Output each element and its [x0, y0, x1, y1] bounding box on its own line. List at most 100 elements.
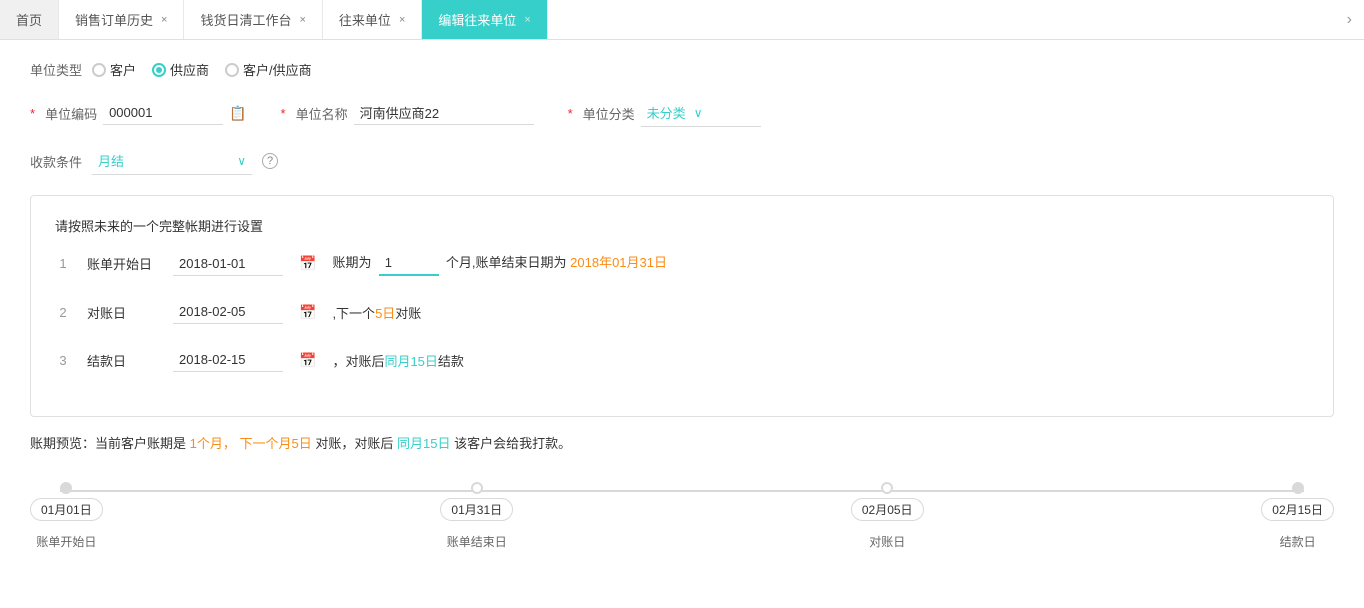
period-highlight-day-3: 同月15日: [384, 354, 437, 369]
unit-code-input[interactable]: [103, 101, 223, 125]
period-settings-box: 请按照未来的一个完整帐期进行设置 1 账单开始日 📅 账期为 个月,账单结束日期…: [30, 195, 1334, 417]
period-suffix-3: 结款: [438, 354, 464, 369]
chevron-down-icon: ∨: [694, 106, 703, 120]
preview-part4: 同月15日: [397, 436, 450, 451]
period-row-1: 1 账单开始日 📅 账期为 个月,账单结束日期为 2018年01月31日: [55, 251, 1309, 276]
tab-partner-unit[interactable]: 往来单位 ×: [323, 0, 422, 39]
preview-part1: 1个月，: [190, 436, 236, 451]
tab-edit-label: 编辑往来单位: [438, 10, 516, 29]
unit-category-star: *: [568, 106, 573, 121]
tab-cash-label: 钱货日清工作台: [200, 10, 291, 29]
period-highlight-date-1: 2018年01月31日: [570, 255, 667, 270]
radio-supplier-label: 供应商: [170, 60, 209, 79]
tab-cash-close-icon[interactable]: ×: [299, 14, 305, 26]
timeline-dot-2: [471, 482, 483, 494]
period-calendar-icon-2[interactable]: 📅: [299, 304, 316, 321]
unit-category-select[interactable]: 未分类 ∨: [641, 99, 761, 127]
timeline-point-1: 01月01日 账单开始日: [30, 482, 103, 550]
period-num-2: 2: [55, 305, 71, 320]
unit-code-group: * 单位编码 📋: [30, 101, 247, 125]
calendar-icon[interactable]: 📋: [229, 105, 246, 122]
unit-category-group: * 单位分类 未分类 ∨: [568, 99, 761, 127]
timeline: 01月01日 账单开始日 01月31日 账单结束日 02月05日 对账日 02月…: [30, 472, 1334, 560]
timeline-label-3: 02月05日: [851, 498, 924, 521]
period-num-1: 1: [55, 256, 71, 271]
preview-label: 账期预览：当前客户账期是: [30, 436, 186, 451]
period-desc-2: ,下一个5日对账: [332, 303, 421, 322]
tab-edit-close-icon[interactable]: ×: [524, 14, 530, 26]
period-calendar-icon-3[interactable]: 📅: [299, 352, 316, 369]
tab-sales-close-icon[interactable]: ×: [161, 14, 167, 26]
timeline-sub-4: 结款日: [1280, 533, 1316, 550]
tab-edit-partner[interactable]: 编辑往来单位 ×: [422, 0, 547, 39]
radio-customer-label: 客户: [110, 60, 136, 79]
unit-type-radio-group: 客户 供应商 客户/供应商: [92, 60, 312, 79]
timeline-points: 01月01日 账单开始日 01月31日 账单结束日 02月05日 对账日 02月…: [30, 482, 1334, 550]
preview-part2: 下一个月5日: [240, 436, 312, 451]
period-row-3: 3 结款日 📅 ，对账后同月15日结款: [55, 348, 1309, 372]
period-date-input-3[interactable]: [173, 348, 283, 372]
tab-home-label: 首页: [16, 10, 42, 29]
period-prefix-3: ，对账后: [332, 354, 384, 369]
payment-terms-select[interactable]: 月结 ∨: [92, 147, 252, 175]
timeline-label-4: 02月15日: [1261, 498, 1334, 521]
radio-supplier[interactable]: 供应商: [152, 60, 209, 79]
timeline-dot-4: [1292, 482, 1304, 494]
unit-category-value: 未分类: [647, 103, 686, 122]
unit-code-label: 单位编码: [45, 104, 97, 123]
main-content: 单位类型 客户 供应商 客户/供应商 * 单位编码 📋 * 单位名称: [0, 40, 1364, 608]
question-icon[interactable]: ?: [262, 153, 278, 169]
timeline-point-3: 02月05日 对账日: [851, 482, 924, 550]
tab-cash-work[interactable]: 钱货日清工作台 ×: [184, 0, 322, 39]
unit-name-star: *: [281, 106, 286, 121]
timeline-sub-2: 账单结束日: [447, 533, 507, 550]
radio-both-label: 客户/供应商: [243, 60, 312, 79]
tab-partner-label: 往来单位: [339, 10, 391, 29]
radio-both-circle: [225, 63, 239, 77]
radio-customer[interactable]: 客户: [92, 60, 136, 79]
unit-type-label: 单位类型: [30, 60, 82, 79]
unit-name-group: * 单位名称: [281, 101, 534, 125]
radio-both[interactable]: 客户/供应商: [225, 60, 312, 79]
timeline-sub-1: 账单开始日: [36, 533, 96, 550]
payment-terms-label: 收款条件: [30, 152, 82, 171]
preview-part5: 该客户会给我打款。: [454, 436, 571, 451]
preview-part3: 对账，对账后: [315, 436, 393, 451]
payment-terms-value: 月结: [98, 151, 124, 170]
period-num-3: 3: [55, 353, 71, 368]
tabs-expand-button[interactable]: ›: [1335, 11, 1364, 29]
period-suffix-prefix-1: 账期为: [332, 255, 371, 270]
unit-name-label: 单位名称: [296, 104, 348, 123]
period-highlight-day-2: 5日: [375, 306, 395, 321]
period-calendar-icon-1[interactable]: 📅: [299, 255, 316, 272]
tab-home[interactable]: 首页: [0, 0, 59, 39]
period-date-input-2[interactable]: [173, 300, 283, 324]
radio-supplier-circle: [152, 63, 166, 77]
period-field-label-1: 账单开始日: [87, 254, 157, 273]
tab-sales-label: 销售订单历史: [75, 10, 153, 29]
tabs-bar: 首页 销售订单历史 × 钱货日清工作台 × 往来单位 × 编辑往来单位 × ›: [0, 0, 1364, 40]
timeline-dot-1: [60, 482, 72, 494]
period-field-label-2: 对账日: [87, 303, 157, 322]
period-desc-3: ，对账后同月15日结款: [332, 351, 464, 370]
payment-chevron-icon: ∨: [237, 154, 246, 168]
unit-code-row: * 单位编码 📋 * 单位名称 * 单位分类 未分类 ∨: [30, 99, 1334, 127]
tab-partner-close-icon[interactable]: ×: [399, 14, 405, 26]
timeline-label-2: 01月31日: [440, 498, 513, 521]
period-suffix-1: 个月,账单结束日期为: [442, 255, 570, 270]
tab-sales-order-history[interactable]: 销售订单历史 ×: [59, 0, 184, 39]
period-months-input[interactable]: [379, 251, 439, 276]
timeline-point-2: 01月31日 账单结束日: [440, 482, 513, 550]
radio-customer-circle: [92, 63, 106, 77]
unit-type-row: 单位类型 客户 供应商 客户/供应商: [30, 60, 1334, 79]
preview-section: 账期预览：当前客户账期是 1个月， 下一个月5日 对账，对账后 同月15日 该客…: [30, 433, 1334, 452]
period-prefix-2: ,下一个: [332, 306, 375, 321]
timeline-sub-3: 对账日: [869, 533, 905, 550]
timeline-dot-3: [881, 482, 893, 494]
period-date-input-1[interactable]: [173, 252, 283, 276]
payment-terms-row: 收款条件 月结 ∨ ?: [30, 147, 1334, 175]
period-desc-1: 账期为 个月,账单结束日期为 2018年01月31日: [332, 251, 667, 276]
period-row-2: 2 对账日 📅 ,下一个5日对账: [55, 300, 1309, 324]
unit-name-input[interactable]: [354, 101, 534, 125]
period-settings-title: 请按照未来的一个完整帐期进行设置: [55, 216, 1309, 235]
